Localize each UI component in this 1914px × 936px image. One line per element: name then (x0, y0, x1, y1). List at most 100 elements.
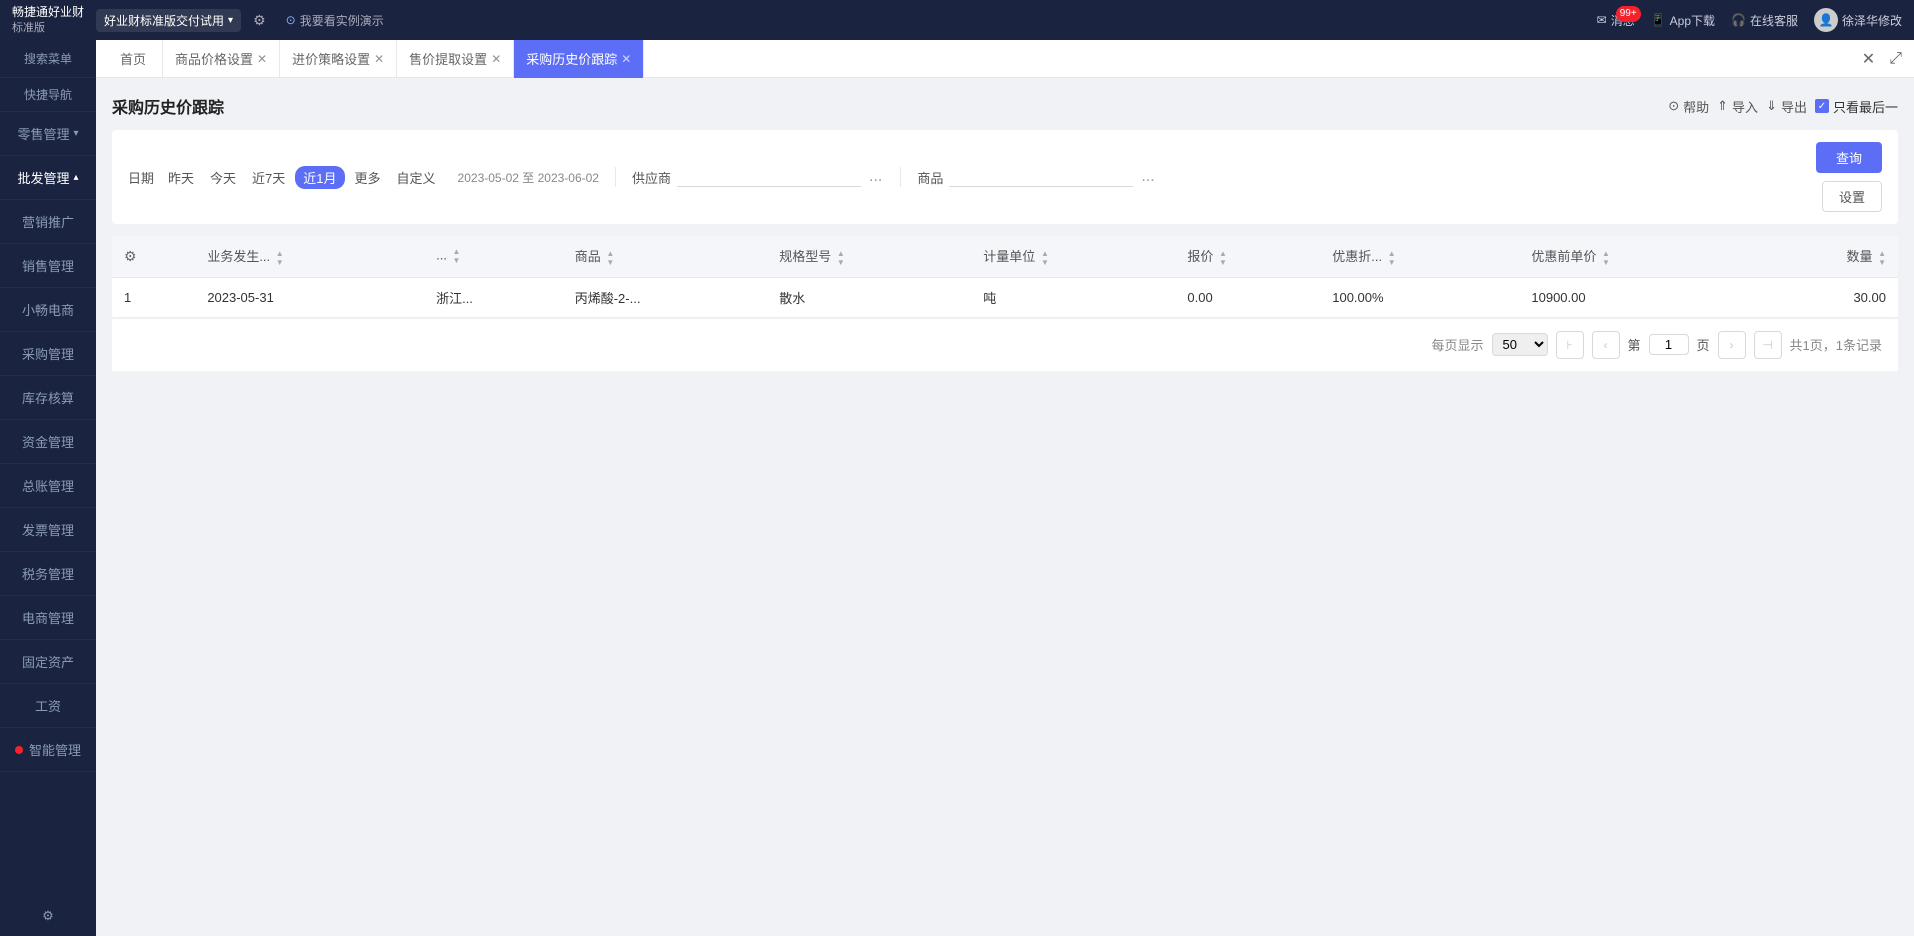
date-opt-today[interactable]: 今天 (204, 166, 242, 189)
th-price[interactable]: 报价 ▲▼ (1175, 236, 1320, 277)
online-service-btn[interactable]: 🎧 在线客服 (1731, 12, 1798, 29)
per-page-label: 每页显示 (1431, 335, 1483, 354)
settings-icon[interactable]: ⚙ (249, 8, 270, 33)
sidebar-item-smart[interactable]: 智能管理 (0, 728, 96, 772)
tab-purchase-history[interactable]: 采购历史价跟踪 ✕ (514, 40, 644, 78)
sort-icon: ▲▼ (1878, 249, 1886, 267)
goods-input[interactable] (949, 167, 1133, 187)
first-page-btn[interactable]: ⊦ (1556, 331, 1584, 359)
close-icon[interactable]: ✕ (257, 52, 267, 66)
avatar: 👤 (1814, 8, 1838, 32)
supplier-dots[interactable]: ... (867, 168, 884, 186)
close-icon[interactable]: ✕ (374, 52, 384, 66)
sidebar-item-sales[interactable]: 销售管理 (0, 244, 96, 288)
sidebar-item-wholesale[interactable]: 批发管理 ▴ (0, 156, 96, 200)
page-number-input[interactable]: 1 (1649, 334, 1689, 355)
help-btn[interactable]: ⊙ 帮助 (1668, 97, 1709, 116)
th-date[interactable]: 业务发生... ▲▼ (195, 236, 424, 277)
version-selector[interactable]: 好业财标准版交付试用 ▾ (96, 9, 241, 32)
sidebar-gear-btn[interactable]: ⚙ (0, 896, 96, 936)
close-tab-btn[interactable]: ✕ (1858, 45, 1879, 73)
sidebar-item-ledger[interactable]: 总账管理 (0, 464, 96, 508)
tab-bar-right: ✕ ⤢ (1858, 45, 1906, 73)
tab-goods-price[interactable]: 商品价格设置 ✕ (163, 40, 280, 78)
page-actions: ⊙ 帮助 ⇑ 导入 ⇓ 导出 只看最后一 (1668, 97, 1898, 116)
date-opt-7days[interactable]: 近7天 (246, 166, 291, 189)
help-icon: ⊙ (1668, 98, 1679, 114)
th-extra[interactable]: ... ▲▼ (424, 236, 563, 277)
import-icon: ⇑ (1717, 98, 1728, 114)
gear-icon[interactable]: ⚙ (124, 248, 137, 264)
th-spec[interactable]: 规格型号 ▲▼ (767, 236, 971, 277)
sidebar-item-tax[interactable]: 税务管理 (0, 552, 96, 596)
sort-icon: ▲▼ (606, 249, 614, 267)
tab-sale-price[interactable]: 售价提取设置 ✕ (397, 40, 514, 78)
date-opt-1month[interactable]: 近1月 (295, 166, 344, 189)
th-before-price[interactable]: 优惠前单价 ▲▼ (1519, 236, 1753, 277)
th-gear[interactable]: ⚙ (112, 236, 195, 277)
settings-filter-button[interactable]: 设置 (1822, 181, 1882, 212)
message-btn[interactable]: ✉ 消息 99+ (1597, 12, 1635, 29)
sidebar-search[interactable]: 搜索菜单 (0, 40, 96, 78)
date-opt-custom[interactable]: 自定义 (391, 166, 442, 189)
chevron-down-icon: ▾ (228, 15, 233, 26)
tab-price-strategy[interactable]: 进价策略设置 ✕ (280, 40, 397, 78)
page-label: 第 (1628, 335, 1641, 354)
demo-link[interactable]: 我要看实例演示 (286, 12, 384, 29)
page-unit: 页 (1697, 335, 1710, 354)
export-btn[interactable]: ⇓ 导出 (1766, 97, 1807, 116)
query-button[interactable]: 查询 (1816, 142, 1882, 173)
date-range-display: 2023-05-02 至 2023-06-02 (454, 169, 599, 186)
last-page-btn[interactable]: ⊣ (1754, 331, 1782, 359)
td-extra: 浙江... (424, 277, 563, 317)
date-opt-yesterday[interactable]: 昨天 (162, 166, 200, 189)
supplier-input[interactable] (677, 167, 861, 187)
sidebar-item-invoice[interactable]: 发票管理 (0, 508, 96, 552)
sidebar-item-inventory[interactable]: 库存核算 (0, 376, 96, 420)
prev-page-btn[interactable]: ‹ (1592, 331, 1620, 359)
app-download-btn[interactable]: 📱 App下载 (1651, 12, 1715, 29)
top-bar-right: ✉ 消息 99+ 📱 App下载 🎧 在线客服 👤 徐泽华修改 (1597, 8, 1902, 32)
only-last-checkbox[interactable]: 只看最后一 (1815, 97, 1898, 116)
sidebar-item-payroll[interactable]: 工资 (0, 684, 96, 728)
page-title: 采购历史价跟踪 (112, 94, 224, 118)
date-options: 昨天 今天 近7天 近1月 更多 自定义 (162, 166, 442, 189)
goods-dots[interactable]: ... (1139, 168, 1156, 186)
th-qty[interactable]: 数量 ▲▼ (1753, 236, 1898, 277)
sidebar-item-marketing[interactable]: 营销推广 (0, 200, 96, 244)
th-discount[interactable]: 优惠折... ▲▼ (1320, 236, 1519, 277)
sidebar-item-finance[interactable]: 资金管理 (0, 420, 96, 464)
sidebar-item-purchase[interactable]: 采购管理 (0, 332, 96, 376)
sidebar-item-ecommerce-small[interactable]: 小畅电商 (0, 288, 96, 332)
next-page-btn[interactable]: › (1718, 331, 1746, 359)
expand-tab-btn[interactable]: ⤢ (1885, 46, 1906, 72)
total-info: 共1页，1条记录 (1790, 335, 1882, 354)
import-btn[interactable]: ⇑ 导入 (1717, 97, 1758, 116)
date-opt-more[interactable]: 更多 (349, 166, 387, 189)
chevron-icon: ▾ (73, 128, 78, 139)
sort-icon: ▲▼ (1219, 249, 1227, 267)
sidebar-item-ecommerce[interactable]: 电商管理 (0, 596, 96, 640)
th-goods[interactable]: 商品 ▲▼ (563, 236, 767, 277)
page-header: 采购历史价跟踪 ⊙ 帮助 ⇑ 导入 ⇓ 导出 (112, 94, 1898, 118)
per-page-select[interactable]: 50 100 200 (1492, 333, 1548, 356)
user-menu[interactable]: 👤 徐泽华修改 (1814, 8, 1902, 32)
goods-filter: 商品 ... (917, 167, 1156, 187)
td-spec: 散水 (767, 277, 971, 317)
tab-bar: 首页 商品价格设置 ✕ 进价策略设置 ✕ 售价提取设置 ✕ 采购历史价跟踪 ✕ … (96, 40, 1914, 78)
sidebar-item-retail[interactable]: 零售管理 ▾ (0, 112, 96, 156)
table-header-row: ⚙ 业务发生... ▲▼ ... ▲▼ 商品 ▲▼ (112, 236, 1898, 277)
th-unit[interactable]: 计量单位 ▲▼ (971, 236, 1175, 277)
close-icon[interactable]: ✕ (621, 52, 631, 66)
sidebar-quick-nav[interactable]: 快捷导航 (0, 78, 96, 112)
sort-icon: ▲▼ (1602, 249, 1610, 267)
date-range-text: 2023-05-02 至 2023-06-02 (458, 169, 599, 186)
td-discount: 100.00% (1320, 277, 1519, 317)
supplier-filter: 供应商 ... (632, 167, 884, 187)
sidebar-item-fixed-assets[interactable]: 固定资产 (0, 640, 96, 684)
filter-bar: 日期 昨天 今天 近7天 近1月 更多 自定义 2023-05-02 至 202… (112, 130, 1898, 224)
close-icon[interactable]: ✕ (491, 52, 501, 66)
tab-home[interactable]: 首页 (104, 40, 163, 78)
sort-icon: ▲▼ (1388, 249, 1396, 267)
main-content: 首页 商品价格设置 ✕ 进价策略设置 ✕ 售价提取设置 ✕ 采购历史价跟踪 ✕ … (96, 40, 1914, 936)
